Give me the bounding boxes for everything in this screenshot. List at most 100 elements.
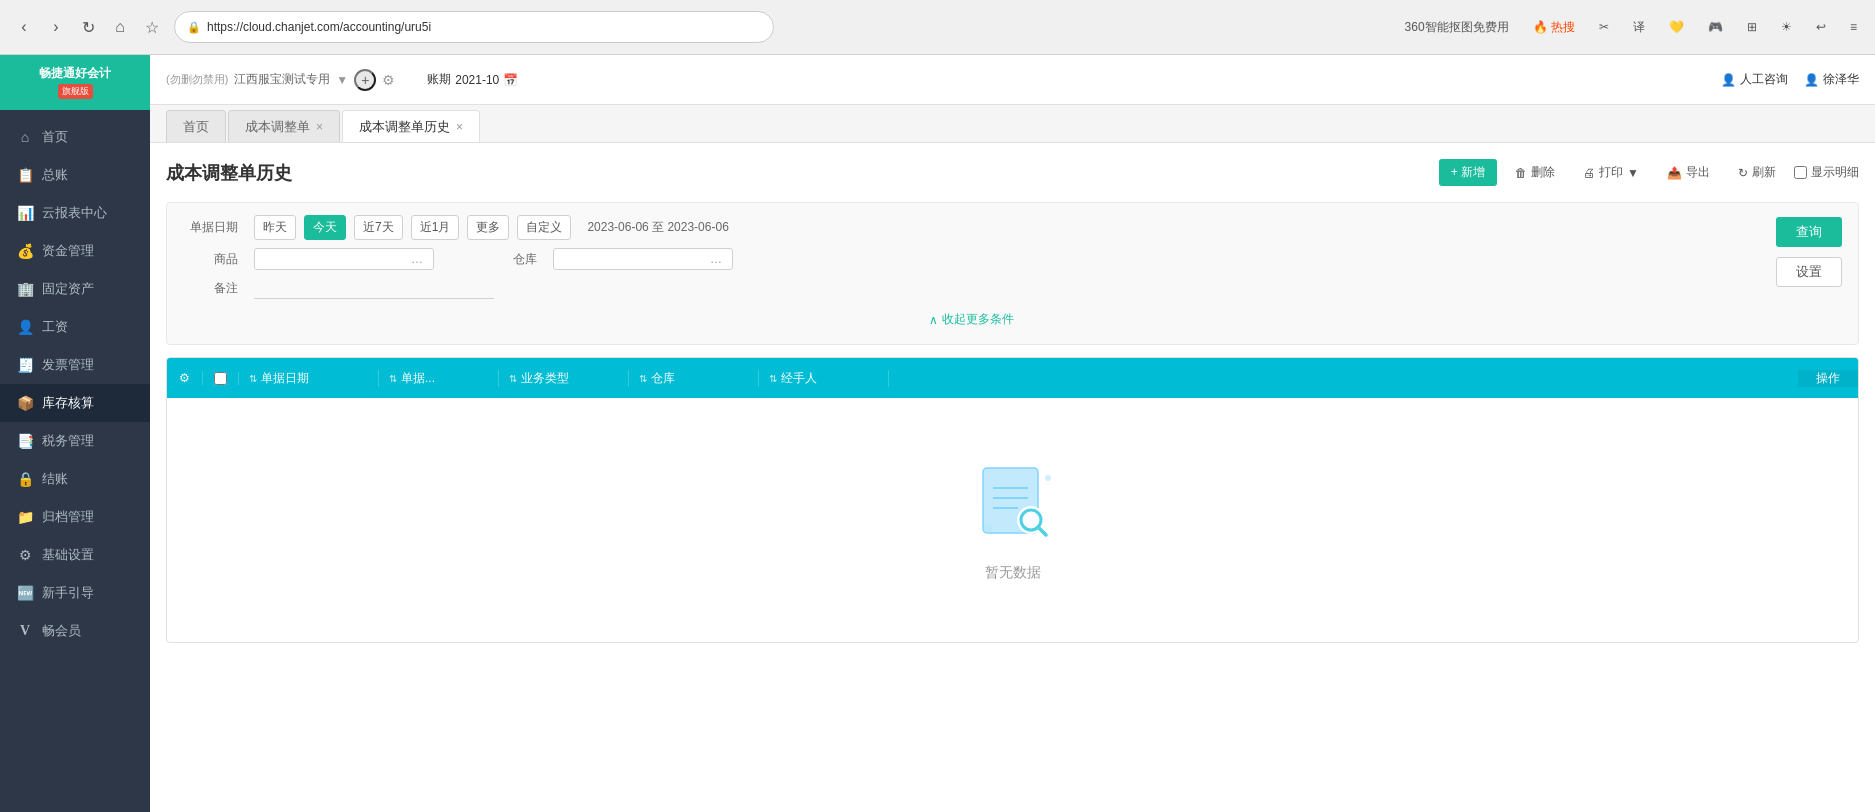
empty-state: 暂无数据: [167, 398, 1858, 642]
salary-icon: 👤: [16, 319, 34, 335]
history-tool[interactable]: ↩: [1808, 16, 1834, 38]
date-yesterday-btn[interactable]: 昨天: [254, 215, 296, 240]
search-tool[interactable]: 360智能抠图免费用: [1397, 15, 1517, 40]
date-filter-group: 昨天 今天 近7天 近1月 更多 自定义 2023-06-06 至 2023-0…: [254, 215, 729, 240]
sidebar-item-settings[interactable]: ⚙ 基础设置: [0, 536, 150, 574]
tab-cost-adjust-label: 成本调整单: [245, 118, 310, 136]
date-7days-btn[interactable]: 近7天: [354, 215, 403, 240]
date-today-btn[interactable]: 今天: [304, 215, 346, 240]
wallet-tool[interactable]: 💛: [1661, 16, 1692, 38]
column-num[interactable]: ⇅ 单据...: [379, 370, 499, 387]
column-date[interactable]: ⇅ 单据日期: [239, 370, 379, 387]
page-header: 成本调整单历史 + 新增 🗑 删除 🖨 打印 ▼ 📤 导出: [166, 159, 1859, 186]
main-content: (勿删勿禁用) 江西服宝测试专用 ▼ + ⚙ 账期 2021-10 📅 👤 人工…: [150, 55, 1875, 812]
sidebar-item-close[interactable]: 🔒 结账: [0, 460, 150, 498]
show-details-checkbox[interactable]: 显示明细: [1794, 164, 1859, 181]
grid-tool[interactable]: ⊞: [1739, 16, 1765, 38]
topbar-company: (勿删勿禁用) 江西服宝测试专用 ▼ + ⚙: [166, 69, 395, 91]
translate-tool[interactable]: 译: [1625, 15, 1653, 40]
export-icon: 📤: [1667, 166, 1682, 180]
column-operator[interactable]: ⇅ 经手人: [759, 370, 889, 387]
tab-cost-adjust-history-close-icon[interactable]: ×: [456, 120, 463, 134]
back-button[interactable]: ‹: [10, 13, 38, 41]
column-num-label: 单据...: [401, 370, 435, 387]
add-company-button[interactable]: +: [354, 69, 376, 91]
company-dropdown-icon[interactable]: ▼: [336, 73, 348, 87]
company-name: 江西服宝测试专用: [234, 71, 330, 88]
select-all-checkbox[interactable]: [214, 372, 227, 385]
sidebar-item-member[interactable]: V 畅会员: [0, 612, 150, 650]
sidebar-item-inventory[interactable]: 📦 库存核算: [0, 384, 150, 422]
address-bar[interactable]: 🔒 https://cloud.chanjet.com/accounting/u…: [174, 11, 774, 43]
service-label: 人工咨询: [1740, 71, 1788, 88]
collapse-button[interactable]: ∧ 收起更多条件: [929, 311, 1014, 328]
delete-button[interactable]: 🗑 删除: [1505, 159, 1565, 186]
show-details-input[interactable]: [1794, 166, 1807, 179]
sidebar-item-salary[interactable]: 👤 工资: [0, 308, 150, 346]
funds-icon: 💰: [16, 243, 34, 259]
print-dropdown-icon: ▼: [1627, 166, 1639, 180]
sidebar-item-fixed[interactable]: 🏢 固定资产: [0, 270, 150, 308]
sidebar-item-home[interactable]: ⌂ 首页: [0, 118, 150, 156]
sidebar-item-tax-label: 税务管理: [42, 432, 94, 450]
filter-body: 单据日期 昨天 今天 近7天 近1月 更多 自定义 2023-06-06 至 2…: [183, 215, 1842, 332]
tab-cost-adjust[interactable]: 成本调整单 ×: [228, 110, 340, 142]
home-icon: ⌂: [16, 129, 34, 145]
tab-cost-adjust-close-icon[interactable]: ×: [316, 120, 323, 134]
settings-gear-icon[interactable]: ⚙: [382, 72, 395, 88]
column-operator-label: 经手人: [781, 370, 817, 387]
tax-icon: 📑: [16, 433, 34, 449]
sidebar-item-ledger[interactable]: 📋 总账: [0, 156, 150, 194]
reload-button[interactable]: ↻: [74, 13, 102, 41]
sidebar-item-home-label: 首页: [42, 128, 68, 146]
bookmark-button[interactable]: ☆: [138, 13, 166, 41]
tab-home[interactable]: 首页: [166, 110, 226, 142]
home-button[interactable]: ⌂: [106, 13, 134, 41]
forward-button[interactable]: ›: [42, 13, 70, 41]
hot-search-tool[interactable]: 🔥 热搜: [1525, 15, 1583, 40]
new-button[interactable]: + 新增: [1439, 159, 1497, 186]
svg-point-8: [984, 524, 992, 532]
sidebar-item-archive[interactable]: 📁 归档管理: [0, 498, 150, 536]
sidebar-item-guide[interactable]: 🆕 新手引导: [0, 574, 150, 612]
date-custom-btn[interactable]: 自定义: [517, 215, 571, 240]
column-settings-icon: ⚙: [179, 371, 190, 385]
close-period-icon: 🔒: [16, 471, 34, 487]
column-settings[interactable]: ⚙: [167, 371, 203, 385]
column-select-all[interactable]: [203, 372, 239, 385]
goods-filter-select[interactable]: …: [254, 248, 434, 270]
date-1month-btn[interactable]: 近1月: [411, 215, 460, 240]
topbar-user[interactable]: 👤 徐泽华: [1804, 71, 1859, 88]
filter-settings-button[interactable]: 设置: [1776, 257, 1842, 287]
url-text: https://cloud.chanjet.com/accounting/uru…: [207, 20, 431, 34]
sidebar-item-tax[interactable]: 📑 税务管理: [0, 422, 150, 460]
topbar-period: 账期 2021-10 📅: [427, 71, 518, 88]
goods-filter-label: 商品: [183, 251, 238, 268]
sidebar-item-funds[interactable]: 💰 资金管理: [0, 232, 150, 270]
delete-icon: 🗑: [1515, 166, 1527, 180]
note-filter-input[interactable]: [254, 278, 494, 299]
print-button[interactable]: 🖨 打印 ▼: [1573, 159, 1649, 186]
refresh-button[interactable]: ↻ 刷新: [1728, 159, 1786, 186]
table-container: ⚙ ⇅ 单据日期 ⇅ 单据... ⇅ 业务类型: [166, 357, 1859, 643]
period-label: 账期: [427, 71, 451, 88]
logo-text: 畅捷通好会计: [39, 66, 111, 82]
warehouse-filter-select[interactable]: …: [553, 248, 733, 270]
game-tool[interactable]: 🎮: [1700, 16, 1731, 38]
column-actions-label: 操作: [1816, 370, 1840, 387]
date-more-btn[interactable]: 更多: [467, 215, 509, 240]
tab-cost-adjust-history[interactable]: 成本调整单历史 ×: [342, 110, 480, 142]
calendar-icon[interactable]: 📅: [503, 73, 518, 87]
query-button[interactable]: 查询: [1776, 217, 1842, 247]
browser-chrome: ‹ › ↻ ⌂ ☆ 🔒 https://cloud.chanjet.com/ac…: [0, 0, 1875, 55]
brightness-tool[interactable]: ☀: [1773, 16, 1800, 38]
collapse-label: 收起更多条件: [942, 311, 1014, 328]
more-tool[interactable]: ≡: [1842, 16, 1865, 38]
column-warehouse[interactable]: ⇅ 仓库: [629, 370, 759, 387]
export-button[interactable]: 📤 导出: [1657, 159, 1720, 186]
sidebar-item-reports[interactable]: 📊 云报表中心: [0, 194, 150, 232]
cut-tool[interactable]: ✂: [1591, 16, 1617, 38]
sidebar-item-invoice[interactable]: 🧾 发票管理: [0, 346, 150, 384]
column-biztype[interactable]: ⇅ 业务类型: [499, 370, 629, 387]
topbar-service[interactable]: 👤 人工咨询: [1721, 71, 1788, 88]
